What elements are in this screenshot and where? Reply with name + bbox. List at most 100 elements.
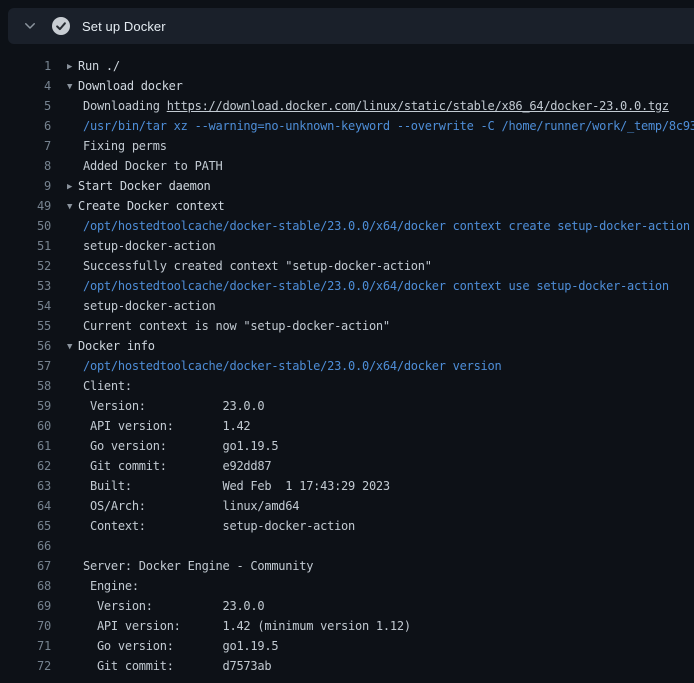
step-title: Set up Docker xyxy=(82,19,166,34)
line-number[interactable]: 55 xyxy=(0,316,51,336)
triangle-right-icon[interactable]: ▶ xyxy=(67,57,78,76)
line-number[interactable]: 68 xyxy=(0,576,51,596)
line-number[interactable]: 8 xyxy=(0,156,51,176)
line-number[interactable]: 62 xyxy=(0,456,51,476)
log-text: Engine: xyxy=(83,579,139,593)
log-line-content: Added Docker to PATH xyxy=(67,156,694,176)
log-line-content: setup-docker-action xyxy=(67,236,694,256)
command-text: /usr/bin/tar xz --warning=no-unknown-key… xyxy=(83,119,694,133)
log-line-content: Successfully created context "setup-dock… xyxy=(67,256,694,276)
log-line-content: API version: 1.42 xyxy=(67,416,694,436)
triangle-down-icon[interactable]: ▼ xyxy=(67,337,78,356)
log-row: 54 setup-docker-action xyxy=(0,296,694,316)
command-text: /opt/hostedtoolcache/docker-stable/23.0.… xyxy=(83,219,690,233)
line-number[interactable]: 7 xyxy=(0,136,51,156)
line-number[interactable]: 5 xyxy=(0,96,51,116)
line-number[interactable]: 61 xyxy=(0,436,51,456)
line-number[interactable]: 69 xyxy=(0,596,51,616)
log-text: Built: Wed Feb 1 17:43:29 2023 xyxy=(83,479,390,493)
log-text: setup-docker-action xyxy=(83,299,216,313)
triangle-down-icon[interactable]: ▼ xyxy=(67,197,78,216)
log-line-content: /opt/hostedtoolcache/docker-stable/23.0.… xyxy=(67,216,694,236)
line-number[interactable]: 1 xyxy=(0,56,51,76)
triangle-down-icon[interactable]: ▼ xyxy=(67,77,78,96)
log-line-content: /opt/hostedtoolcache/docker-stable/23.0.… xyxy=(67,356,694,376)
line-number[interactable]: 51 xyxy=(0,236,51,256)
log-row: 6/usr/bin/tar xz --warning=no-unknown-ke… xyxy=(0,116,694,136)
log-text: Version: 23.0.0 xyxy=(83,399,264,413)
line-number[interactable]: 71 xyxy=(0,636,51,656)
log-group-row[interactable]: 9 ▶Start Docker daemon xyxy=(0,176,694,196)
line-number[interactable]: 67 xyxy=(0,556,51,576)
log-row: 72 Git commit: d7573ab xyxy=(0,656,694,676)
log-row: 62 Git commit: e92dd87 xyxy=(0,456,694,476)
log-group-row[interactable]: 1 ▶Run ./ xyxy=(0,56,694,76)
log-text: Added Docker to PATH xyxy=(83,159,223,173)
line-number[interactable]: 49 xyxy=(0,196,51,216)
line-number[interactable]: 63 xyxy=(0,476,51,496)
actions-log-page: { "colors": { "bg": "#0d1117", "header_b… xyxy=(0,0,694,683)
log-group-row[interactable]: 56▼Docker info xyxy=(0,336,694,356)
step-header[interactable]: Set up Docker xyxy=(8,8,694,44)
log-text: Version: 23.0.0 xyxy=(83,599,264,613)
line-number[interactable]: 50 xyxy=(0,216,51,236)
log-group-row[interactable]: 49 ▼Create Docker context xyxy=(0,196,694,216)
command-text: /opt/hostedtoolcache/docker-stable/23.0.… xyxy=(83,279,669,293)
triangle-right-icon[interactable]: ▶ xyxy=(67,177,78,196)
group-title: Run ./ xyxy=(78,59,120,73)
log-line-content: ▼Download docker xyxy=(67,76,694,96)
log-row: 60 API version: 1.42 xyxy=(0,416,694,436)
log-row: 68 Engine: xyxy=(0,576,694,596)
log-text: Context: setup-docker-action xyxy=(83,519,355,533)
line-number[interactable]: 70 xyxy=(0,616,51,636)
log-link[interactable]: https://download.docker.com/linux/static… xyxy=(167,99,669,113)
log-row: 57/opt/hostedtoolcache/docker-stable/23.… xyxy=(0,356,694,376)
line-number[interactable]: 6 xyxy=(0,116,51,136)
log-line-content: /opt/hostedtoolcache/docker-stable/23.0.… xyxy=(67,276,694,296)
line-number[interactable]: 58 xyxy=(0,376,51,396)
log-text: API version: 1.42 (minimum version 1.12) xyxy=(83,619,411,633)
line-number[interactable]: 59 xyxy=(0,396,51,416)
log-line-content xyxy=(67,536,694,556)
log-row: 50/opt/hostedtoolcache/docker-stable/23.… xyxy=(0,216,694,236)
line-number[interactable]: 57 xyxy=(0,356,51,376)
line-number[interactable]: 65 xyxy=(0,516,51,536)
line-number[interactable]: 56 xyxy=(0,336,51,356)
line-number[interactable]: 52 xyxy=(0,256,51,276)
line-number[interactable]: 54 xyxy=(0,296,51,316)
log-text: Go version: go1.19.5 xyxy=(83,439,278,453)
log-line-content: Git commit: d7573ab xyxy=(67,656,694,676)
log-text: OS/Arch: linux/amd64 xyxy=(83,499,299,513)
log-group-row[interactable]: 4 ▼Download docker xyxy=(0,76,694,96)
log-text: Client: xyxy=(83,379,132,393)
check-circle-icon xyxy=(52,17,70,35)
log-text: Git commit: e92dd87 xyxy=(83,459,271,473)
group-title: Start Docker daemon xyxy=(78,179,211,193)
line-number[interactable]: 64 xyxy=(0,496,51,516)
log-line-content: Engine: xyxy=(67,576,694,596)
log-line-content: Context: setup-docker-action xyxy=(67,516,694,536)
log-text: Go version: go1.19.5 xyxy=(83,639,278,653)
line-number[interactable]: 60 xyxy=(0,416,51,436)
line-number[interactable]: 66 xyxy=(0,536,51,556)
line-number[interactable]: 53 xyxy=(0,276,51,296)
line-number[interactable]: 72 xyxy=(0,656,51,676)
group-title: Create Docker context xyxy=(78,199,224,213)
log-row: 53/opt/hostedtoolcache/docker-stable/23.… xyxy=(0,276,694,296)
log-row: 70 API version: 1.42 (minimum version 1.… xyxy=(0,616,694,636)
log-text: Current context is now "setup-docker-act… xyxy=(83,319,390,333)
log-line-content: Current context is now "setup-docker-act… xyxy=(67,316,694,336)
log-line-content: Git commit: e92dd87 xyxy=(67,456,694,476)
log-row: 8 Added Docker to PATH xyxy=(0,156,694,176)
chevron-down-icon[interactable] xyxy=(22,18,38,34)
log-row: 65 Context: setup-docker-action xyxy=(0,516,694,536)
command-text: /opt/hostedtoolcache/docker-stable/23.0.… xyxy=(83,359,501,373)
log-line-content: Version: 23.0.0 xyxy=(67,596,694,616)
line-number[interactable]: 9 xyxy=(0,176,51,196)
log-line-content: Fixing perms xyxy=(67,136,694,156)
line-number[interactable]: 4 xyxy=(0,76,51,96)
log-text: Successfully created context "setup-dock… xyxy=(83,259,432,273)
log-row: 52 Successfully created context "setup-do… xyxy=(0,256,694,276)
log-text: Downloading xyxy=(83,99,167,113)
log-row: 59 Version: 23.0.0 xyxy=(0,396,694,416)
